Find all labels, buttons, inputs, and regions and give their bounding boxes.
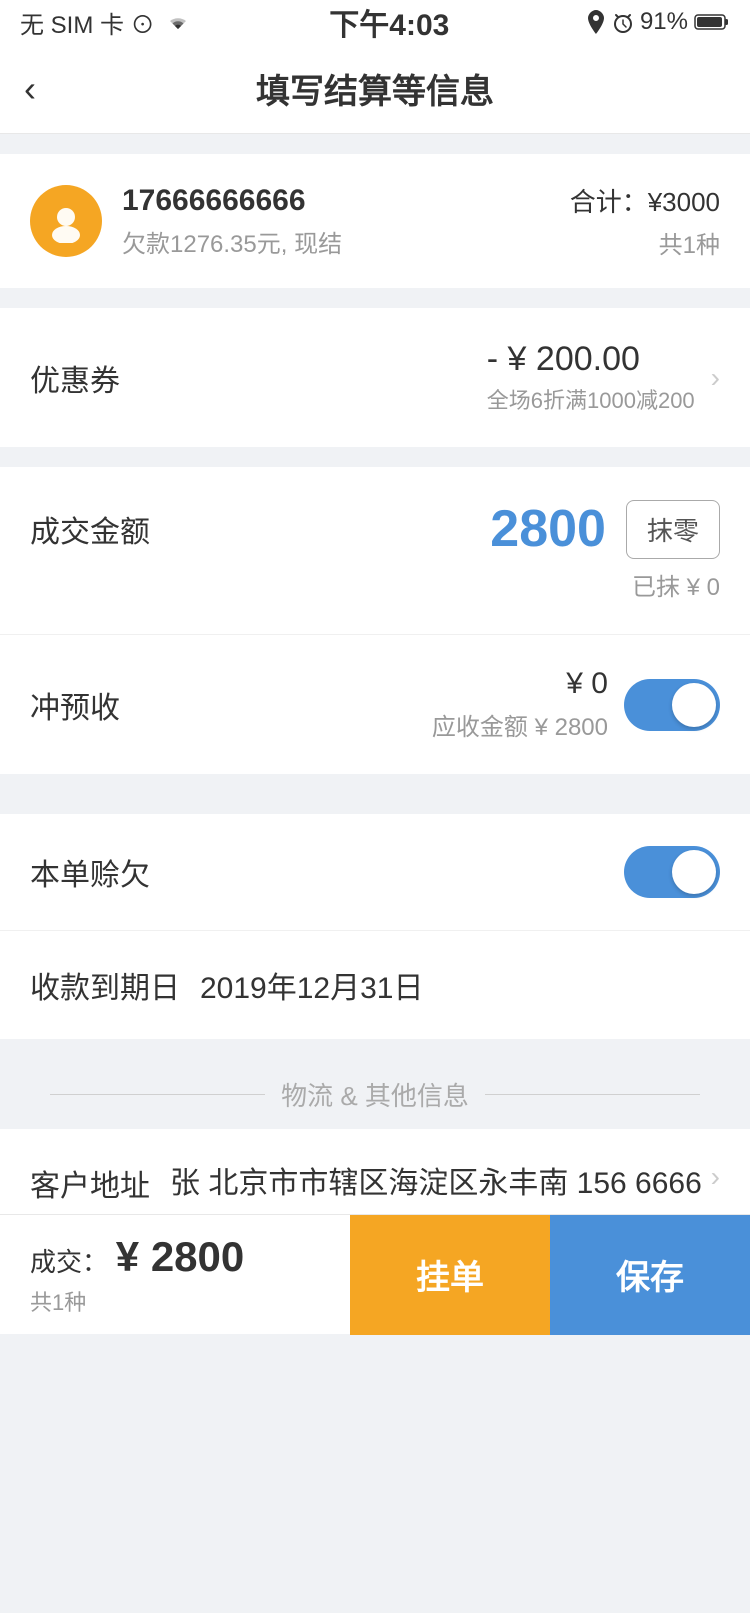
save-button[interactable]: 保存 <box>550 1215 750 1335</box>
coupon-label: 优惠券 <box>30 356 120 400</box>
bottom-bar: 成交： ¥ 2800 共1种 挂单 保存 <box>0 1214 750 1334</box>
address-chevron-icon: › <box>711 1161 720 1193</box>
round-button[interactable]: 抹零 <box>626 500 720 559</box>
due-date-value: 2019年12月31日 <box>200 963 423 1007</box>
precollect-label: 冲预收 <box>30 683 120 727</box>
coupon-row[interactable]: 优惠券 - ¥ 200.00 全场6折满1000减200 › <box>0 308 750 447</box>
location-icon <box>586 10 606 34</box>
page-title: 填写结算等信息 <box>256 64 494 113</box>
customer-phone: 17666666666 <box>122 184 342 218</box>
debit-label: 本单赊欠 <box>30 850 150 894</box>
bottom-summary: 成交： ¥ 2800 共1种 <box>0 1233 350 1317</box>
total-label: 合计：¥3000 <box>570 182 720 219</box>
chevron-right-icon: › <box>711 362 720 394</box>
due-date-row: 收款到期日 2019年12月31日 <box>30 963 720 1007</box>
bottom-deal-amount: ¥ 2800 <box>116 1233 244 1280</box>
precollect-row: 冲预收 ¥ 0 应收金额 ¥ 2800 <box>30 667 720 742</box>
coupon-section: 优惠券 - ¥ 200.00 全场6折满1000减200 › <box>0 308 750 447</box>
wifi-icon <box>163 11 193 33</box>
due-date-label: 收款到期日 <box>30 963 180 1007</box>
alarm-icon <box>612 11 634 33</box>
debit-toggle[interactable] <box>624 846 720 898</box>
customer-card: 17666666666 欠款1276.35元, 现结 合计：¥3000 共1种 <box>0 154 750 288</box>
logistics-divider: 物流 & 其他信息 <box>0 1059 750 1129</box>
amount-label: 成交金额 <box>30 507 150 551</box>
precollect-right: ¥ 0 应收金额 ¥ 2800 <box>432 667 720 742</box>
coupon-right: - ¥ 200.00 全场6折满1000减200 › <box>487 340 720 415</box>
precollect-values: ¥ 0 应收金额 ¥ 2800 <box>432 667 608 742</box>
customer-total: 合计：¥3000 共1种 <box>570 182 720 260</box>
amount-value: 2800 <box>490 499 606 559</box>
precollect-receivable: 应收金额 ¥ 2800 <box>432 707 608 742</box>
sim-status: 无 SIM 卡 ⊙ <box>20 5 155 40</box>
section-divider-1 <box>0 447 750 467</box>
coupon-value: - ¥ 200.00 <box>487 340 695 379</box>
status-right: 91% <box>586 8 730 36</box>
amount-sub: 已抹 ¥ 0 <box>30 567 720 602</box>
amount-section: 成交金额 2800 抹零 已抹 ¥ 0 <box>0 467 750 634</box>
status-time: 下午4:03 <box>329 0 449 44</box>
amount-row: 成交金额 2800 抹零 <box>30 499 720 559</box>
debit-section: 本单赊欠 <box>0 814 750 930</box>
nav-bar: ‹ 填写结算等信息 <box>0 44 750 134</box>
toggle-knob <box>672 683 716 727</box>
avatar <box>30 185 102 257</box>
status-left: 无 SIM 卡 ⊙ <box>20 5 193 40</box>
battery-pct: 91% <box>640 8 688 36</box>
customer-note: 欠款1276.35元, 现结 <box>122 224 342 259</box>
due-date-section: 收款到期日 2019年12月31日 <box>0 930 750 1039</box>
bottom-deal-row: 成交： ¥ 2800 <box>30 1233 320 1281</box>
precollect-section: 冲预收 ¥ 0 应收金额 ¥ 2800 <box>0 634 750 774</box>
logistics-text: 物流 & 其他信息 <box>265 1076 485 1113</box>
hold-button[interactable]: 挂单 <box>350 1215 550 1335</box>
address-label: 客户地址 <box>30 1161 150 1205</box>
bottom-deal-label: 成交： <box>30 1247 108 1277</box>
status-bar: 无 SIM 卡 ⊙ 下午4:03 91% <box>0 0 750 44</box>
avatar-icon <box>44 199 88 243</box>
debit-toggle-knob <box>672 850 716 894</box>
customer-left: 17666666666 欠款1276.35元, 现结 <box>30 184 342 259</box>
precollect-toggle[interactable] <box>624 679 720 731</box>
battery-icon <box>694 13 730 31</box>
section-divider-2 <box>0 774 750 794</box>
content: 17666666666 欠款1276.35元, 现结 合计：¥3000 共1种 … <box>0 154 750 1613</box>
coupon-desc: 全场6折满1000减200 <box>487 383 695 415</box>
bottom-count: 共1种 <box>30 1285 320 1317</box>
precollect-amount: ¥ 0 <box>432 667 608 701</box>
total-count: 共1种 <box>570 225 720 260</box>
debit-row: 本单赊欠 <box>30 846 720 898</box>
customer-info: 17666666666 欠款1276.35元, 现结 <box>122 184 342 259</box>
back-button[interactable]: ‹ <box>24 68 36 110</box>
amount-right: 2800 抹零 <box>490 499 720 559</box>
